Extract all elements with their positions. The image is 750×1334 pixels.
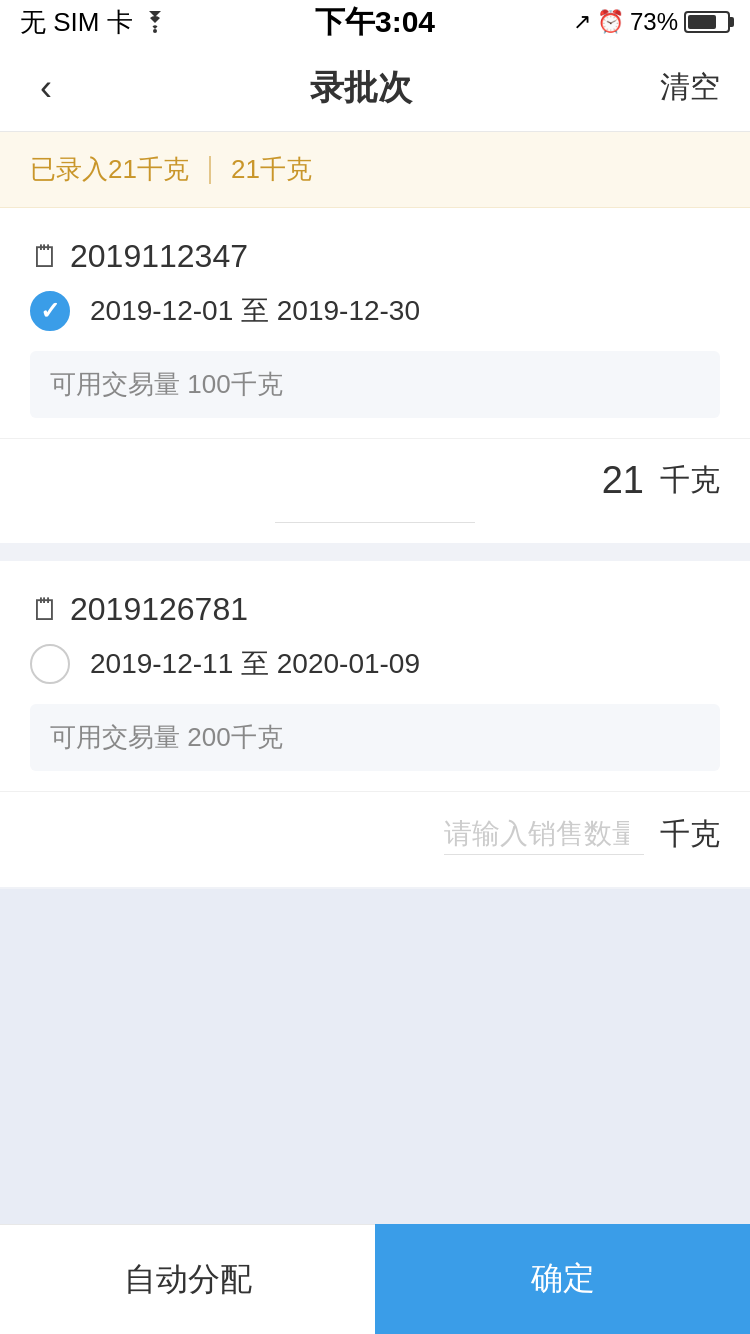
batch1-date: 2019-12-01 至 2019-12-30 xyxy=(90,292,420,330)
batch1-date-row[interactable]: 2019-12-01 至 2019-12-30 xyxy=(30,291,720,331)
batch2-header: 🗒 2019126781 xyxy=(30,591,720,628)
batch2-date: 2019-12-11 至 2020-01-09 xyxy=(90,645,420,683)
batch2-available: 可用交易量 200千克 xyxy=(30,704,720,771)
info-value: 21千克 xyxy=(231,152,312,187)
auto-distribute-button[interactable]: 自动分配 xyxy=(0,1224,375,1334)
clear-button[interactable]: 清空 xyxy=(660,67,720,108)
batch1-unit: 千克 xyxy=(660,460,720,501)
batch-item-2: 🗒 2019126781 2019-12-11 至 2020-01-09 可用交… xyxy=(0,561,750,887)
info-banner: 已录入21千克 21千克 xyxy=(0,132,750,208)
batch1-quantity: 21 xyxy=(602,459,644,502)
batch1-header: 🗒 2019112347 xyxy=(30,238,720,275)
status-right: ↗ ⏰ 73% xyxy=(573,8,730,36)
carrier-text: 无 SIM 卡 xyxy=(20,5,133,40)
nav-bar: ‹ 录批次 清空 xyxy=(0,44,750,132)
batch-item-1: 🗒 2019112347 2019-12-01 至 2019-12-30 可用交… xyxy=(0,208,750,543)
bottom-bar: 自动分配 确定 xyxy=(0,1224,750,1334)
page-title: 录批次 xyxy=(310,65,412,111)
section-divider xyxy=(0,545,750,561)
confirm-button[interactable]: 确定 xyxy=(375,1224,750,1334)
location-icon: ↗ xyxy=(573,9,591,35)
batch1-quantity-row: 21 千克 xyxy=(0,438,750,522)
info-label: 已录入21千克 xyxy=(30,152,189,187)
svg-point-0 xyxy=(153,29,157,33)
battery-icon xyxy=(684,11,730,33)
batch2-number: 2019126781 xyxy=(70,591,248,628)
battery-text: 73% xyxy=(630,8,678,36)
batch2-unit: 千克 xyxy=(660,814,720,855)
batch1-radio[interactable] xyxy=(30,291,70,331)
batch1-available: 可用交易量 100千克 xyxy=(30,351,720,418)
batch2-date-row[interactable]: 2019-12-11 至 2020-01-09 xyxy=(30,644,720,684)
wifi-icon xyxy=(141,11,169,33)
info-divider xyxy=(209,156,211,184)
back-button[interactable]: ‹ xyxy=(30,57,62,119)
status-bar: 无 SIM 卡 下午3:04 ↗ ⏰ 73% xyxy=(0,0,750,44)
batch2-icon: 🗒 xyxy=(30,593,60,627)
status-time: 下午3:04 xyxy=(315,2,435,43)
status-carrier: 无 SIM 卡 xyxy=(20,5,169,40)
alarm-icon: ⏰ xyxy=(597,9,624,35)
batch2-radio[interactable] xyxy=(30,644,70,684)
batch2-input-row: 千克 xyxy=(0,791,750,877)
batch1-icon: 🗒 xyxy=(30,240,60,274)
batch1-number: 2019112347 xyxy=(70,238,248,275)
batch2-quantity-input[interactable] xyxy=(444,814,644,855)
